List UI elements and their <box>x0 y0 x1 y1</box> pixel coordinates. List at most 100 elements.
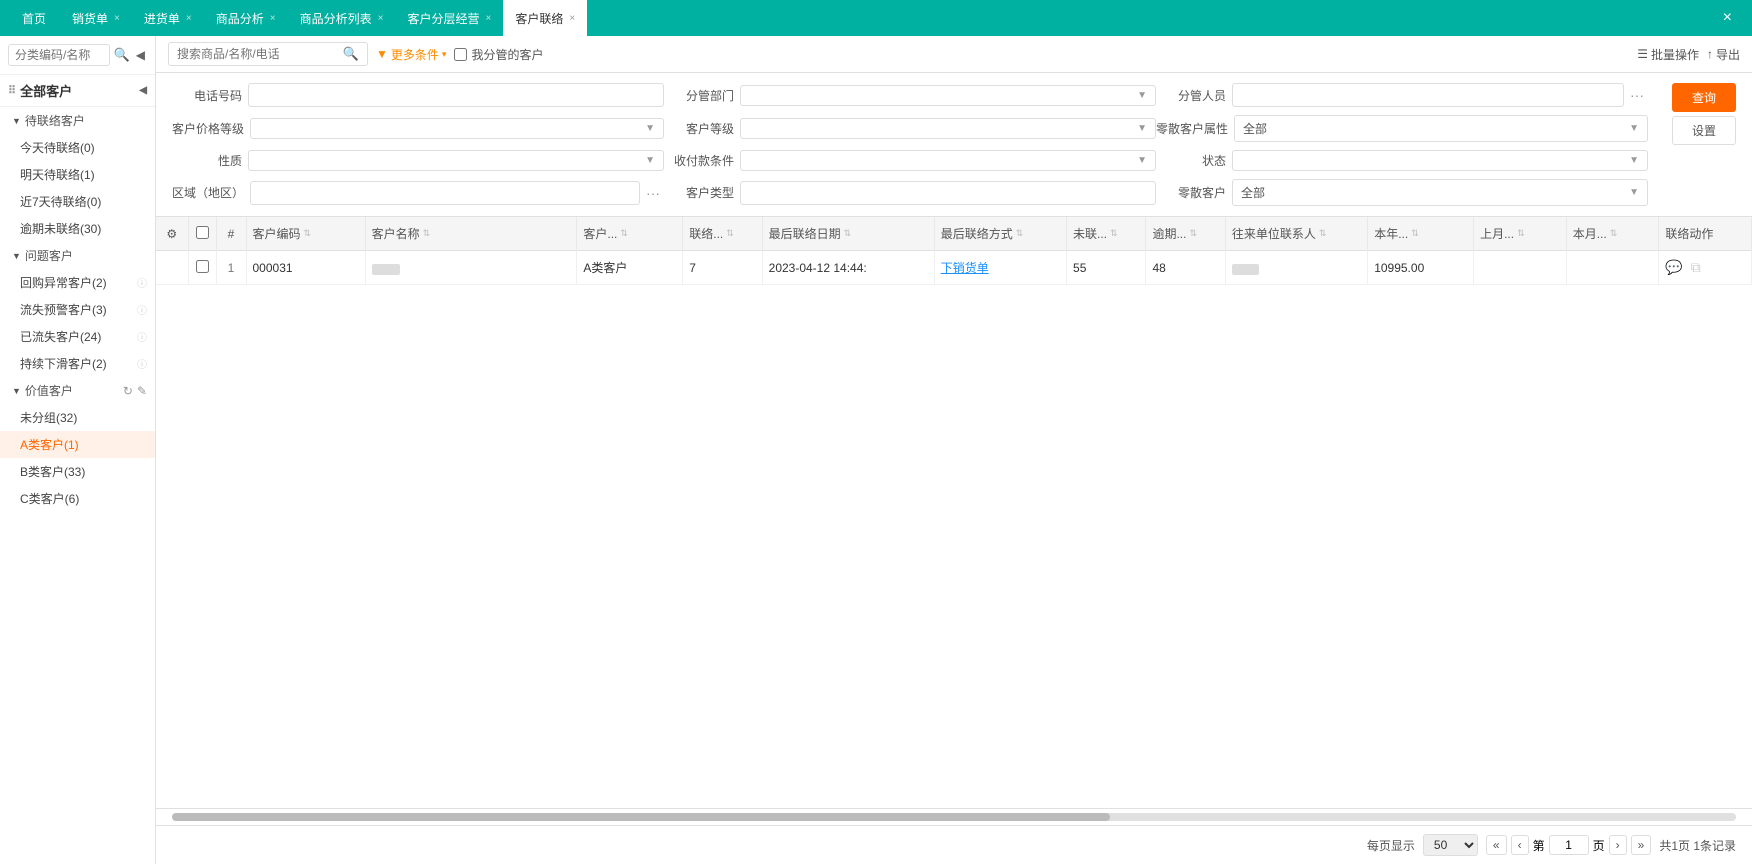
sidebar-group-problem[interactable]: ▼ 问题客户 <box>0 242 155 269</box>
filter-nature: 性质 ▼ <box>172 150 664 171</box>
last-method-link[interactable]: 下销货单 <box>941 261 989 275</box>
prev-page-button[interactable]: ‹ <box>1511 835 1529 855</box>
close-purchaseorder-icon[interactable]: × <box>186 13 192 24</box>
sidebar-group-pending[interactable]: ▼ 待联络客户 <box>0 107 155 134</box>
link-action-icon[interactable]: ⧉ <box>1691 259 1701 276</box>
batch-operation-button[interactable]: ☰ 批量操作 <box>1637 46 1699 63</box>
filter-retail-customer-select[interactable]: 全部 ▼ <box>1232 179 1648 206</box>
filter-status-select[interactable]: ▼ <box>1232 150 1648 171</box>
filter-manager-dots[interactable]: ··· <box>1630 87 1644 103</box>
filter-manager-input[interactable] <box>1232 83 1624 107</box>
filter-price-grade-select[interactable]: ▼ <box>250 118 664 139</box>
sort-code-icon[interactable]: ⇅ <box>304 228 312 239</box>
sidebar-item-churn-warn[interactable]: 流失预警客户(3) ⓘ <box>0 296 155 323</box>
last-page-button[interactable]: » <box>1631 835 1652 855</box>
sidebar-collapse-button[interactable]: ◀ <box>134 46 147 64</box>
td-last-method: 下销货单 <box>934 251 1066 285</box>
data-table-container: ⚙ # 客户编码⇅ 客户名称⇅ 客户...⇅ <box>156 217 1752 808</box>
nav-customerseg[interactable]: 客户分层经营 × <box>395 0 503 36</box>
gear-icon[interactable]: ⚙ <box>166 227 177 241</box>
my-customer-input[interactable] <box>454 48 467 61</box>
sort-grade-icon[interactable]: ⇅ <box>620 228 628 239</box>
nav-productanalysis[interactable]: 商品分析 × <box>204 0 288 36</box>
dept-arrow-icon: ▼ <box>1137 90 1147 101</box>
sidebar-search-input[interactable] <box>8 44 110 66</box>
sidebar-item-tomorrow[interactable]: 明天待联络(1) <box>0 161 155 188</box>
main-search-input[interactable] <box>177 47 343 61</box>
sidebar-item-abnormal[interactable]: 回购异常客户(2) ⓘ <box>0 269 155 296</box>
sidebar-item-declining[interactable]: 持续下滑客户(2) ⓘ <box>0 350 155 377</box>
close-all-button[interactable]: × <box>1711 9 1744 27</box>
horizontal-scrollbar[interactable] <box>172 813 1736 821</box>
sidebar-item-ungrouped[interactable]: 未分组(32) <box>0 404 155 431</box>
sort-last-date-icon[interactable]: ⇅ <box>844 228 852 239</box>
sidebar-item-churned[interactable]: 已流失客户(24) ⓘ <box>0 323 155 350</box>
page-number-input[interactable] <box>1549 835 1589 855</box>
sort-this-year-icon[interactable]: ⇅ <box>1411 228 1419 239</box>
help-icon-churnwarn: ⓘ <box>137 302 147 317</box>
sort-contact-icon[interactable]: ⇅ <box>726 228 734 239</box>
td-action: 💬 ⧉ <box>1659 251 1752 285</box>
sidebar-item-b-class[interactable]: B类客户(33) <box>0 458 155 485</box>
td-contact-person: RE . <box>1225 251 1367 285</box>
sort-overdue-icon[interactable]: ⇅ <box>1189 228 1197 239</box>
sidebar-item-today[interactable]: 今天待联络(0) <box>0 134 155 161</box>
filter-customer-grade-select[interactable]: ▼ <box>740 118 1156 139</box>
row-checkbox[interactable] <box>196 260 209 273</box>
contact-person-blurred: RE . <box>1232 264 1259 275</box>
sort-contact-person-icon[interactable]: ⇅ <box>1319 228 1327 239</box>
sidebar-search-icon[interactable]: 🔍 <box>114 47 130 63</box>
nav-home[interactable]: 首页 <box>8 0 60 36</box>
sidebar-all-customers[interactable]: ⠿ 全部客户 ◀ <box>0 75 155 107</box>
close-productanalysislist-icon[interactable]: × <box>378 13 384 24</box>
sidebar-item-overdue[interactable]: 逾期未联络(30) <box>0 215 155 242</box>
th-this-year: 本年...⇅ <box>1368 217 1474 251</box>
filter-phone-input[interactable] <box>248 83 664 107</box>
sidebar-item-c-class[interactable]: C类客户(6) <box>0 485 155 512</box>
next-page-button[interactable]: › <box>1609 835 1627 855</box>
settings-button[interactable]: 设置 <box>1672 116 1736 145</box>
more-filter-button[interactable]: ▼ 更多条件 ▾ <box>376 46 446 63</box>
sidebar-group-value[interactable]: ▼ 价值客户 ↻ ✎ <box>0 377 155 404</box>
my-customer-checkbox[interactable]: 我分管的客户 <box>454 46 543 63</box>
page-size-select[interactable]: 50 100 200 <box>1423 834 1478 856</box>
nature-arrow-icon: ▼ <box>645 155 655 166</box>
sort-no-contact-icon[interactable]: ⇅ <box>1110 228 1118 239</box>
name-blurred: Ea ? <box>372 264 401 275</box>
nav-salesorder[interactable]: 销货单 × <box>60 0 132 36</box>
sidebar-item-7days[interactable]: 近7天待联络(0) <box>0 188 155 215</box>
th-code: 客户编码⇅ <box>246 217 365 251</box>
close-customercontact-icon[interactable]: × <box>569 13 575 24</box>
filter-region-dots[interactable]: ··· <box>646 185 660 201</box>
filter-manager: 分管人员 ··· <box>1156 83 1648 107</box>
select-all-checkbox[interactable] <box>196 226 209 239</box>
sort-name-icon[interactable]: ⇅ <box>423 228 431 239</box>
toolbar-right: ☰ 批量操作 ↑ 导出 <box>1637 46 1740 63</box>
sort-this-month-icon[interactable]: ⇅ <box>1610 228 1618 239</box>
edit-icon[interactable]: ✎ <box>137 384 147 398</box>
main-search-icon[interactable]: 🔍 <box>343 46 359 62</box>
close-customerseg-icon[interactable]: × <box>485 13 491 24</box>
export-button[interactable]: ↑ 导出 <box>1707 46 1740 63</box>
nav-customercontact[interactable]: 客户联络 × <box>503 0 587 36</box>
message-action-icon[interactable]: 💬 <box>1665 259 1682 276</box>
sidebar-item-a-class[interactable]: A类客户(1) <box>0 431 155 458</box>
close-salesorder-icon[interactable]: × <box>114 13 120 24</box>
nav-purchaseorder[interactable]: 进货单 × <box>132 0 204 36</box>
horizontal-scrollbar-thumb[interactable] <box>172 813 1110 821</box>
filter-region-input[interactable] <box>250 181 640 205</box>
close-productanalysis-icon[interactable]: × <box>270 13 276 24</box>
sort-last-month-icon[interactable]: ⇅ <box>1517 228 1525 239</box>
sort-last-method-icon[interactable]: ⇅ <box>1016 228 1024 239</box>
filter-retail-attr-select[interactable]: 全部 ▼ <box>1234 115 1648 142</box>
filter-payment-select[interactable]: ▼ <box>740 150 1156 171</box>
refresh-icon[interactable]: ↻ <box>123 384 133 398</box>
filter-dept-select[interactable]: ▼ <box>740 85 1156 106</box>
first-page-button[interactable]: « <box>1486 835 1507 855</box>
filter-nature-select[interactable]: ▼ <box>248 150 664 171</box>
nav-productanalysislist[interactable]: 商品分析列表 × <box>288 0 396 36</box>
query-button[interactable]: 查询 <box>1672 83 1736 112</box>
th-name: 客户名称⇅ <box>365 217 577 251</box>
table-row: 1 000031 Ea ? A类客户 7 2023-04-12 14:44: 下… <box>156 251 1752 285</box>
filter-customer-type-input[interactable] <box>740 181 1156 205</box>
